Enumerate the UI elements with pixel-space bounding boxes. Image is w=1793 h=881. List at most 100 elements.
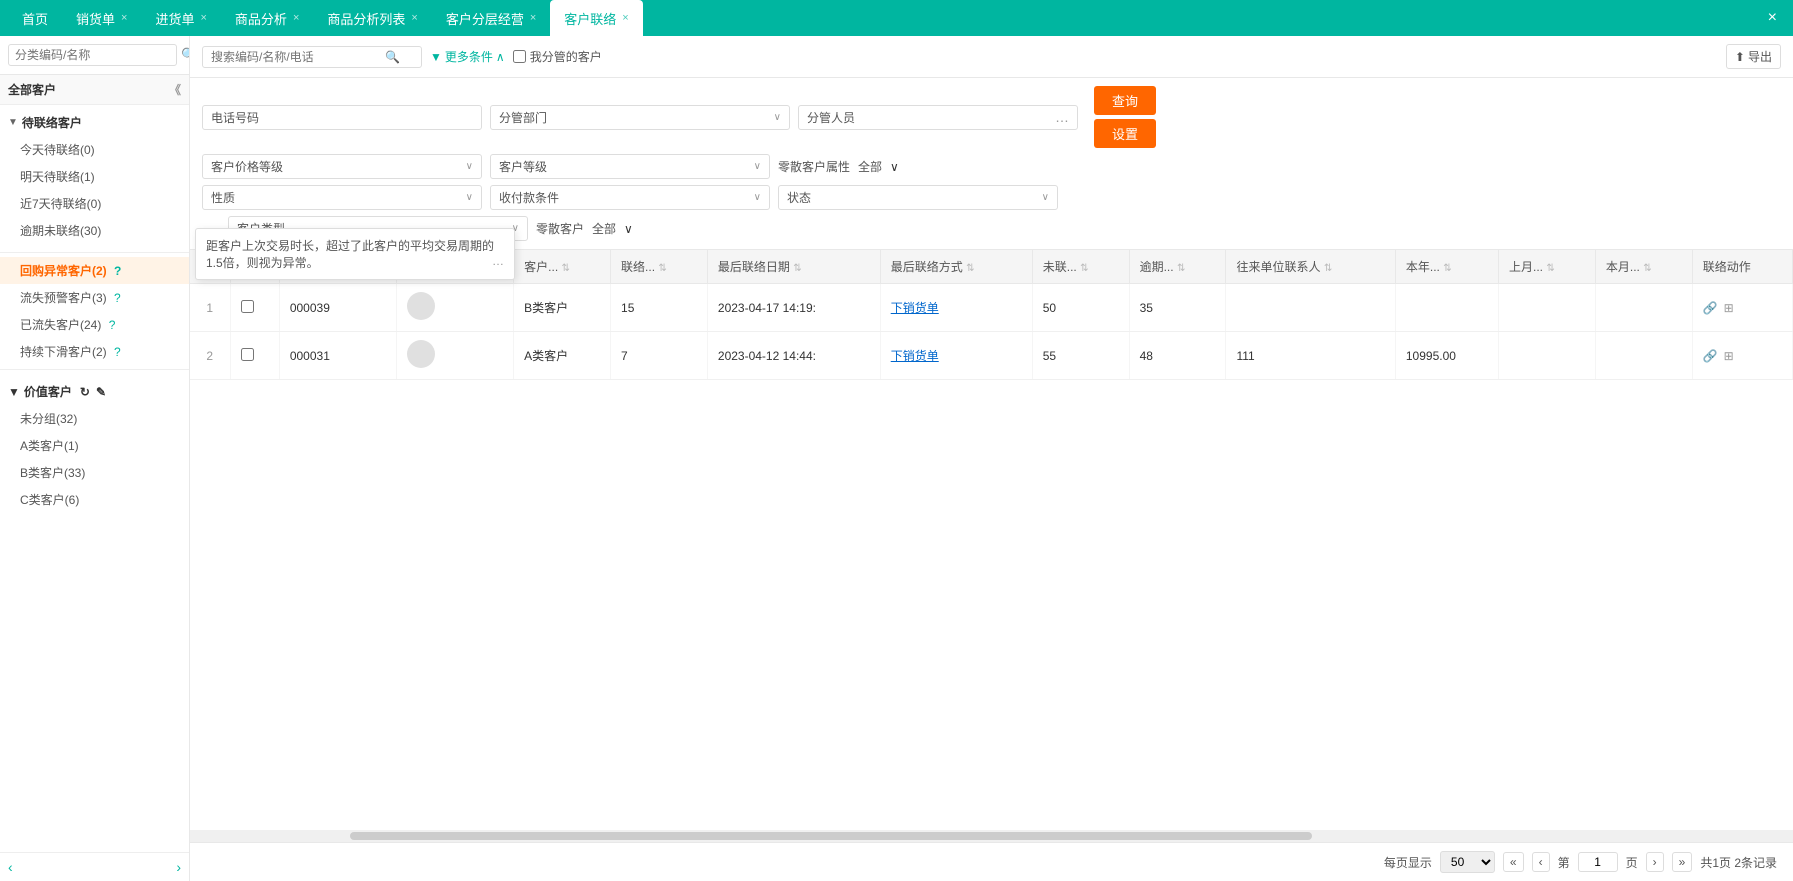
col-no-contact[interactable]: 未联... ⇅	[1032, 250, 1129, 284]
col-overdue[interactable]: 逾期... ⇅	[1129, 250, 1226, 284]
more-conditions-button[interactable]: ▼ 更多条件 ∧	[430, 48, 505, 65]
my-customer-checkbox[interactable]	[513, 50, 526, 63]
close-sales-tab[interactable]: ×	[121, 12, 127, 24]
scroll-thumb[interactable]	[350, 832, 1312, 840]
col-last-month[interactable]: 上月... ⇅	[1499, 250, 1596, 284]
dept-field[interactable]: 分管部门 ∨	[490, 105, 790, 130]
manager-field[interactable]: 分管人员 …	[798, 105, 1078, 130]
row-checkbox-1[interactable]	[241, 300, 254, 313]
tooltip-more-icon[interactable]: …	[492, 254, 504, 268]
row-checkbox-2[interactable]	[241, 348, 254, 361]
col-contact-count[interactable]: 联络... ⇅	[611, 250, 708, 284]
per-page-select[interactable]: 50 20 100	[1440, 851, 1495, 873]
close-window-button[interactable]: ×	[1760, 9, 1785, 27]
row-this-month-2	[1595, 332, 1692, 380]
page-end-label: 页	[1626, 854, 1638, 871]
action-link-icon-1[interactable]: 🔗	[1703, 301, 1718, 315]
col-contact-person[interactable]: 往来单位联系人 ⇅	[1226, 250, 1395, 284]
price-level-field[interactable]: 客户价格等级 ∨	[202, 154, 482, 179]
value-edit-icon[interactable]: ✎	[96, 385, 106, 399]
payment-field[interactable]: 收付款条件 ∨	[490, 185, 770, 210]
query-button[interactable]: 查询	[1094, 86, 1156, 115]
nav-item-sales[interactable]: 销货单 ×	[62, 0, 141, 36]
today-pending[interactable]: 今天待联络(0)	[0, 136, 189, 163]
col-last-contact-date[interactable]: 最后联络日期 ⇅	[707, 250, 880, 284]
repurchase-anomaly[interactable]: 回购异常客户(2) ?	[0, 257, 189, 284]
class-c-customers[interactable]: C类客户(6)	[0, 486, 189, 513]
customer-level-arrow: ∨	[754, 161, 761, 172]
last-page-button[interactable]: »	[1672, 852, 1693, 872]
action-more-icon-1[interactable]: ⊞	[1724, 301, 1734, 315]
status-field[interactable]: 状态 ∨	[778, 185, 1058, 210]
table-row: 1 000039 B类客户	[190, 284, 1793, 332]
pending-contact-title[interactable]: ▼ 待联络客户	[0, 109, 189, 136]
row-contact-1: 15	[611, 284, 708, 332]
sidebar: 🔍 全部客户 《 ▼ 待联络客户 今天待联络(0) 明天待联络(1) 近7天待联…	[0, 36, 190, 881]
export-button[interactable]: ⬆ 导出	[1726, 44, 1781, 69]
lost-badge: ?	[114, 291, 121, 305]
divider-1	[0, 252, 189, 253]
lost-warning[interactable]: 流失预警客户(3) ?	[0, 284, 189, 311]
value-customer-group: ▼ 价值客户 ↻ ✎ 未分组(32) A类客户(1) B类客户(33) C类客户…	[0, 374, 189, 517]
next-page-button[interactable]: ›	[1646, 852, 1664, 872]
all-customers-section: 全部客户 《	[0, 75, 189, 105]
phone-field[interactable]: 电话号码	[202, 105, 482, 130]
nav-item-customer-contact[interactable]: 客户联络 ×	[550, 0, 642, 36]
nav-item-home[interactable]: 首页	[8, 0, 62, 36]
close-segmentation-tab[interactable]: ×	[530, 12, 536, 24]
row-check-1	[230, 284, 279, 332]
search-input[interactable]	[211, 50, 381, 64]
close-purchase-tab[interactable]: ×	[200, 12, 206, 24]
horizontal-scrollbar[interactable]	[190, 830, 1793, 842]
first-page-button[interactable]: «	[1503, 852, 1524, 872]
week-pending[interactable]: 近7天待联络(0)	[0, 190, 189, 217]
retail-attr-arrow[interactable]: ∨	[890, 160, 899, 174]
row-name-2	[397, 332, 514, 380]
close-product-analysis-tab[interactable]: ×	[293, 12, 299, 24]
declining-customers[interactable]: 持续下滑客户(2) ?	[0, 338, 189, 365]
nav-item-customer-segmentation[interactable]: 客户分层经营 ×	[432, 0, 550, 36]
settings-button[interactable]: 设置	[1094, 119, 1156, 148]
close-contact-tab[interactable]: ×	[622, 12, 628, 24]
value-group-title[interactable]: ▼ 价值客户 ↻ ✎	[0, 378, 189, 405]
nav-item-product-analysis[interactable]: 商品分析 ×	[221, 0, 313, 36]
class-a-customers[interactable]: A类客户(1)	[0, 432, 189, 459]
already-lost[interactable]: 已流失客户(24) ?	[0, 311, 189, 338]
class-b-customers[interactable]: B类客户(33)	[0, 459, 189, 486]
search-icon[interactable]: 🔍	[385, 50, 400, 64]
col-last-contact-method[interactable]: 最后联络方式 ⇅	[880, 250, 1032, 284]
nav-item-product-analysis-list[interactable]: 商品分析列表 ×	[313, 0, 431, 36]
customer-level-field[interactable]: 客户等级 ∨	[490, 154, 770, 179]
sidebar-search-input[interactable]	[8, 44, 177, 66]
declining-badge: ?	[114, 345, 121, 359]
sidebar-scroll-left[interactable]: ‹	[8, 859, 13, 875]
action-buttons: 查询 设置	[1094, 86, 1156, 148]
content-area: 🔍 ▼ 更多条件 ∧ 我分管的客户 ⬆ 导出 电话号码	[190, 36, 1793, 881]
prev-page-button[interactable]: ‹	[1532, 852, 1550, 872]
tomorrow-pending[interactable]: 明天待联络(1)	[0, 163, 189, 190]
value-refresh-icon[interactable]: ↻	[80, 385, 90, 399]
filter-row-3: 性质 ∨ 收付款条件 ∨ 状态 ∨	[202, 185, 1781, 210]
action-more-icon-2[interactable]: ⊞	[1724, 349, 1734, 363]
row-contact-2: 7	[611, 332, 708, 380]
retail-arrow[interactable]: ∨	[624, 222, 633, 236]
page-input[interactable]	[1578, 852, 1618, 872]
sidebar-search-icon[interactable]: 🔍	[181, 47, 190, 63]
collapse-icon[interactable]: 《	[169, 81, 181, 98]
dept-dropdown-arrow: ∨	[774, 112, 781, 123]
row-date-1: 2023-04-17 14:19:	[707, 284, 880, 332]
table-footer: 每页显示 50 20 100 « ‹ 第 页 › » 共1页 2条记录	[190, 842, 1793, 881]
ungrouped[interactable]: 未分组(32)	[0, 405, 189, 432]
col-customer-type[interactable]: 客户... ⇅	[514, 250, 611, 284]
close-product-list-tab[interactable]: ×	[411, 12, 417, 24]
manager-dots[interactable]: …	[1055, 109, 1069, 125]
total-label: 共1页 2条记录	[1700, 854, 1777, 871]
col-this-year[interactable]: 本年... ⇅	[1395, 250, 1498, 284]
table-area: ⚙ 客户编码 ⇅ 客户名称 ⇅ 客户... ⇅	[190, 250, 1793, 830]
gender-field[interactable]: 性质 ∨	[202, 185, 482, 210]
sidebar-scroll-right[interactable]: ›	[176, 859, 181, 875]
col-this-month[interactable]: 本月... ⇅	[1595, 250, 1692, 284]
overdue-pending[interactable]: 逾期未联络(30)	[0, 217, 189, 244]
action-link-icon-2[interactable]: 🔗	[1703, 349, 1718, 363]
nav-item-purchase[interactable]: 进货单 ×	[141, 0, 220, 36]
